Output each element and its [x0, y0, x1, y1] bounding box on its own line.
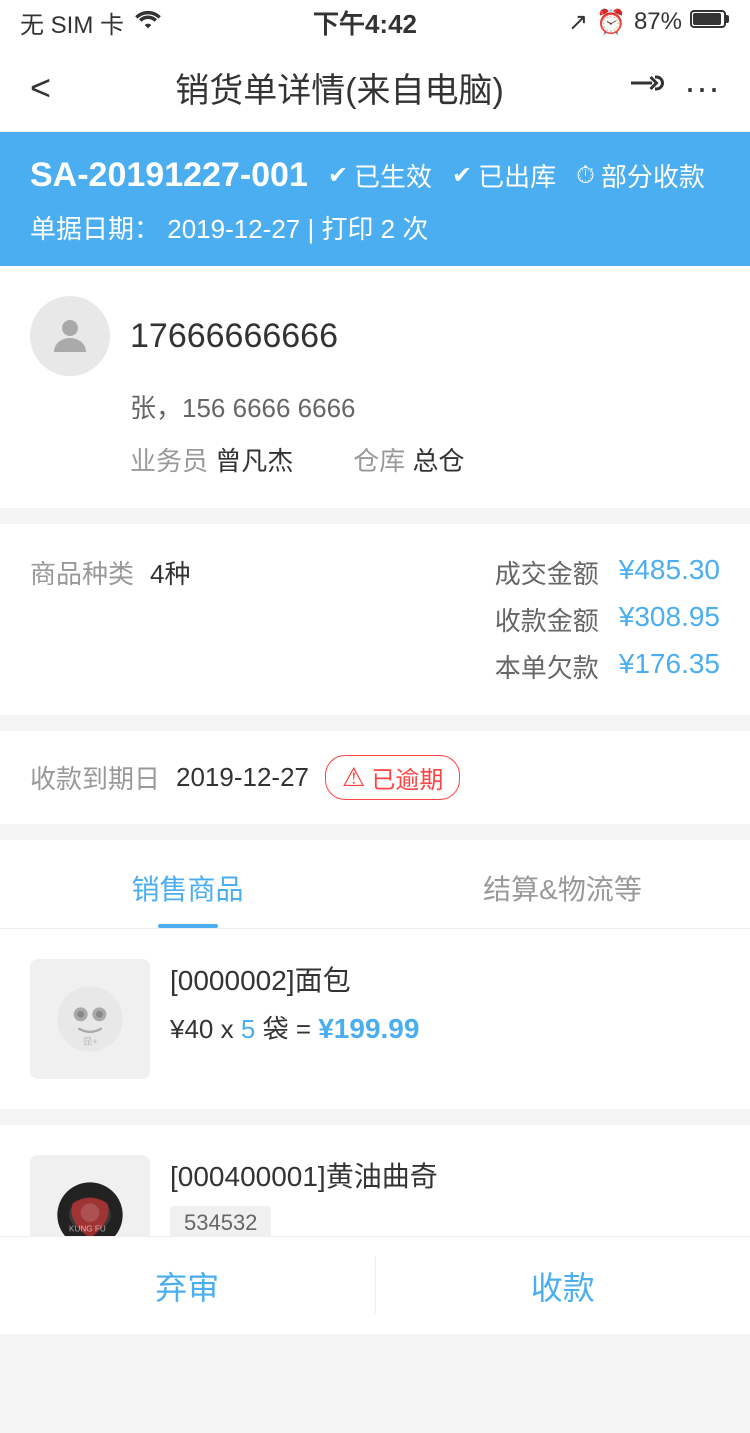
warehouse-meta: 仓库 总仓: [353, 441, 464, 478]
page-title: 销货单详情(来自电脑): [175, 63, 504, 112]
location-icon: ↗: [568, 8, 588, 37]
product-sku-2: 534532: [170, 1206, 271, 1240]
due-section: 收款到期日 2019-12-27 ⚠ 已逾期: [0, 731, 750, 824]
battery-icon: [690, 8, 730, 37]
summary-section: 商品种类 4种 成交金额 ¥485.30 收款金额 ¥308.95 本单欠款 ¥…: [0, 524, 750, 715]
carrier-text: 无 SIM 卡: [20, 5, 124, 40]
customer-meta: 业务员 曾凡杰 仓库 总仓: [30, 441, 720, 478]
owed-amount-row: 本单欠款 ¥176.35: [495, 648, 720, 685]
status-left: 无 SIM 卡: [20, 5, 162, 40]
status-time: 下午4:42: [313, 4, 417, 41]
order-id-row: SA-20191227-001 ✔ 已生效 ✔ 已出库 ⏱ 部分收款: [30, 156, 720, 195]
tab-sales-products[interactable]: 销售商品: [0, 840, 375, 928]
status-bar: 无 SIM 卡 下午4:42 ↗ ⏰ 87%: [0, 0, 750, 44]
badge-shipped: ✔ 已出库: [452, 157, 556, 194]
wifi-icon: [134, 8, 162, 36]
battery-text: 87%: [634, 8, 682, 36]
order-id: SA-20191227-001: [30, 156, 308, 195]
customer-phone: 17666666666: [130, 317, 338, 356]
confirm-button[interactable]: 收款: [376, 1237, 750, 1334]
customer-section: 17666666666 张，156 6666 6666 业务员 曾凡杰 仓库 总…: [0, 266, 750, 508]
cancel-button[interactable]: 弃审: [0, 1237, 375, 1334]
customer-row: 17666666666: [30, 296, 720, 376]
more-icon[interactable]: ···: [684, 67, 720, 109]
alarm-icon: ⏰: [596, 8, 626, 37]
svg-text:KUNG FU: KUNG FU: [69, 1224, 106, 1233]
tabs-row: 销售商品 结算&物流等: [0, 840, 750, 928]
product-name-1: [0000002]面包: [170, 959, 720, 999]
deal-amount-row: 成交金额 ¥485.30: [495, 554, 720, 591]
product-price-1: ¥40 x 5 袋 = ¥199.99: [170, 1009, 720, 1046]
list-item: 昆+ [0000002]面包 ¥40 x 5 袋 = ¥199.99: [0, 929, 750, 1109]
status-right: ↗ ⏰ 87%: [568, 8, 730, 37]
avatar: [30, 296, 110, 376]
salesperson-meta: 业务员 曾凡杰: [130, 441, 293, 478]
overdue-icon: ⚠: [342, 762, 365, 793]
badge-effective: ✔ 已生效: [328, 157, 432, 194]
product-name-2: [000400001]黄油曲奇: [170, 1155, 720, 1195]
badge-partial: ⏱ 部分收款: [576, 157, 705, 194]
order-header: SA-20191227-001 ✔ 已生效 ✔ 已出库 ⏱ 部分收款 单据日期：…: [0, 132, 750, 266]
overdue-badge: ⚠ 已逾期: [325, 755, 460, 800]
back-button[interactable]: <: [30, 67, 51, 109]
summary-left: 商品种类 4种: [30, 554, 190, 591]
customer-name: 张，156 6666 6666: [30, 388, 720, 425]
tabs-section: 销售商品 结算&物流等: [0, 840, 750, 929]
product-image-1: 昆+: [30, 959, 150, 1079]
summary-row: 商品种类 4种 成交金额 ¥485.30 收款金额 ¥308.95 本单欠款 ¥…: [30, 554, 720, 685]
summary-right: 成交金额 ¥485.30 收款金额 ¥308.95 本单欠款 ¥176.35: [495, 554, 720, 685]
share-icon[interactable]: [628, 65, 664, 110]
svg-text:昆+: 昆+: [83, 1037, 98, 1047]
product-info-1: [0000002]面包 ¥40 x 5 袋 = ¥199.99: [170, 959, 720, 1046]
bottom-bar: 弃审 收款: [0, 1236, 750, 1334]
nav-actions: ···: [628, 65, 720, 110]
tab-settlement[interactable]: 结算&物流等: [375, 840, 750, 928]
nav-bar: < 销货单详情(来自电脑) ···: [0, 44, 750, 132]
received-amount-row: 收款金额 ¥308.95: [495, 601, 720, 638]
order-date-row: 单据日期： 2019-12-27 | 打印 2 次: [30, 209, 720, 246]
